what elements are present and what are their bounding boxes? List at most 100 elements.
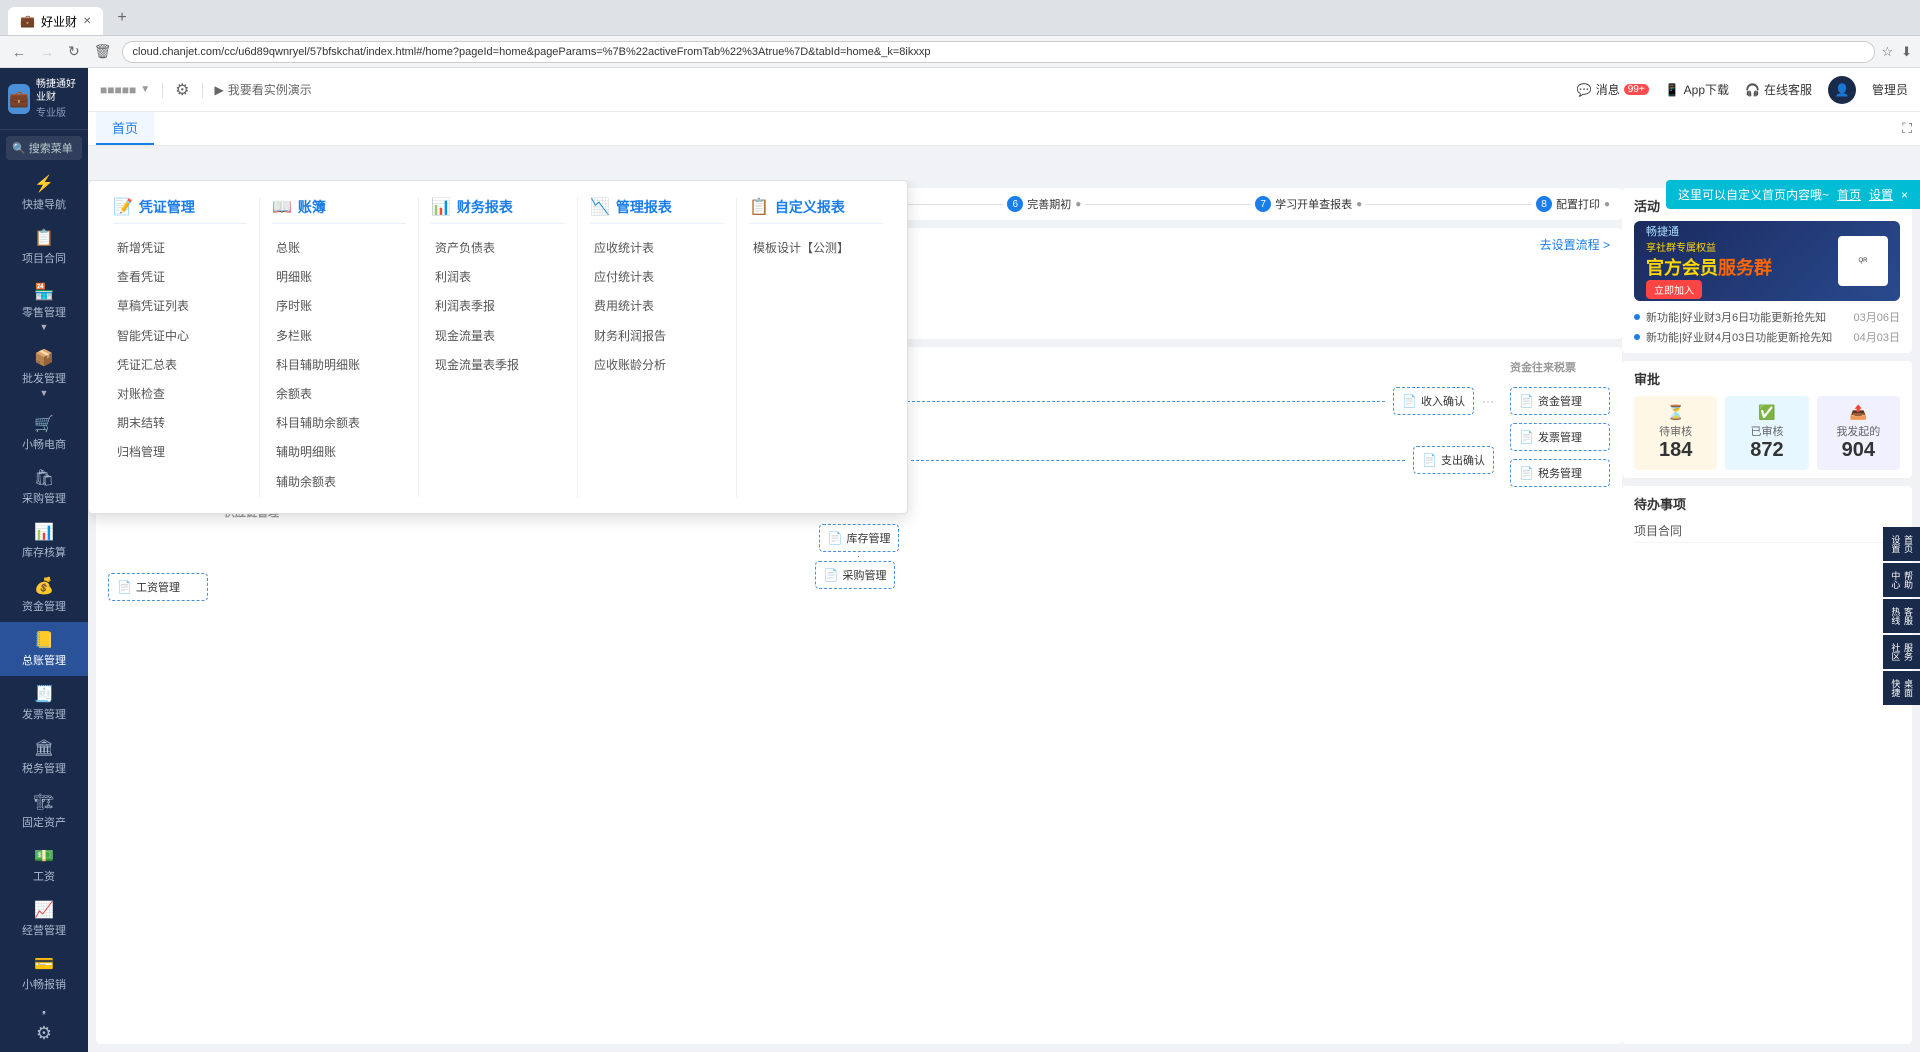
sidebar-item-project[interactable]: 📋项目合同 — [0, 220, 88, 274]
menu-item-subject-detail[interactable]: 科目辅助明细账 — [272, 351, 406, 380]
flow-box-purchase[interactable]: 📄 采购管理 — [815, 561, 896, 589]
sidebar-settings-button[interactable]: ⚙ — [36, 1023, 52, 1044]
sidebar-item-ecom[interactable]: 🛒小畅电商 — [0, 406, 88, 460]
sidebar-item-invoice[interactable]: 🧾发票管理 — [0, 676, 88, 730]
step-6[interactable]: 6 完善期初 ● — [1007, 196, 1081, 212]
menu-item-template-design[interactable]: 模板设计【公测】 — [749, 234, 883, 263]
invoice-mgmt-icon: 📄 — [1519, 430, 1534, 444]
approval-approved[interactable]: ✅ 已审核 872 — [1725, 396, 1808, 470]
promo-close-icon[interactable]: × — [1901, 188, 1908, 202]
delete-button[interactable]: 🗑 — [90, 41, 116, 62]
flow-box-invoice-mgmt[interactable]: 📄 发票管理 — [1510, 423, 1610, 451]
sidebar-item-inventory[interactable]: 📊库存核算 — [0, 514, 88, 568]
float-community[interactable]: 服务社区 — [1883, 635, 1920, 669]
menu-item-cashflow-quarterly[interactable]: 现金流量表季报 — [431, 351, 565, 380]
flow-box-inventory[interactable]: 📄 库存管理 — [819, 524, 900, 552]
app-download-button[interactable]: 📱 App下载 — [1665, 81, 1729, 98]
url-bar[interactable] — [122, 41, 1876, 63]
menu-item-expense-stat[interactable]: 费用统计表 — [590, 292, 724, 321]
sidebar-item-wholesale[interactable]: 📦批发管理 ▼ — [0, 340, 88, 406]
reload-button[interactable]: ↻ — [64, 41, 84, 62]
menu-item-view-voucher[interactable]: 查看凭证 — [113, 263, 247, 292]
menu-item-sequential[interactable]: 序时账 — [272, 292, 406, 321]
menu-item-archive[interactable]: 归档管理 — [113, 438, 247, 467]
header-divider-1 — [162, 82, 163, 98]
section-title-custom: 自定义报表 — [775, 197, 845, 217]
float-help[interactable]: 帮助中心 — [1883, 563, 1920, 597]
header-settings-icon[interactable]: ⚙ — [175, 80, 189, 100]
promo-link2[interactable]: 设置 — [1869, 186, 1893, 203]
menu-item-balance-sheet[interactable]: 资产负债表 — [431, 234, 565, 263]
section-title-mgmtreport: 管理报表 — [616, 197, 672, 217]
user-avatar[interactable]: 👤 — [1828, 76, 1856, 104]
menu-item-reconcile[interactable]: 对账检查 — [113, 380, 247, 409]
flow-box-tax-mgmt[interactable]: 📄 税务管理 — [1510, 459, 1610, 487]
assets-icon: 🏗 — [34, 792, 54, 812]
join-button[interactable]: 立即加入 — [1646, 280, 1702, 299]
menu-item-aux-balance[interactable]: 辅助余额表 — [272, 468, 406, 497]
tab-home[interactable]: 首页 — [96, 112, 154, 145]
sidebar-item-base[interactable]: ℹ基础信息 — [0, 1000, 88, 1015]
active-tab[interactable]: 💼 好业财 ✕ — [8, 7, 103, 35]
menu-item-period-end[interactable]: 期末结转 — [113, 409, 247, 438]
sidebar-item-expense[interactable]: 💳小畅报销 — [0, 946, 88, 1000]
menu-item-payable-stat[interactable]: 应付统计表 — [590, 263, 724, 292]
sidebar-item-finance[interactable]: 💰资金管理 — [0, 568, 88, 622]
sidebar-item-mgmt[interactable]: 📈经营管理 — [0, 892, 88, 946]
tab-close-icon[interactable]: ✕ — [83, 16, 91, 27]
menu-item-voucher-summary[interactable]: 凭证汇总表 — [113, 351, 247, 380]
float-desktop[interactable]: 桌面快捷 — [1883, 671, 1920, 705]
ledger-section-icon: 📖 — [272, 197, 292, 217]
menu-item-balance[interactable]: 余额表 — [272, 380, 406, 409]
back-button[interactable]: ← — [8, 42, 30, 62]
flow-box-expense-confirm[interactable]: 📄 支出确认 — [1413, 446, 1494, 474]
news-item-2[interactable]: 新功能|好业财4月03日功能更新抢先知 04月03日 — [1634, 329, 1900, 345]
menu-item-cashflow[interactable]: 现金流量表 — [431, 322, 565, 351]
activity-news: 新功能|好业财3月6日功能更新抢先知 03月06日 新功能|好业财4月03日功能… — [1634, 309, 1900, 345]
online-service-button[interactable]: 🎧 在线客服 — [1745, 81, 1812, 98]
menu-item-subject-balance[interactable]: 科目辅助余额表 — [272, 409, 406, 438]
todo-item-project[interactable]: 项目合同 — [1634, 519, 1900, 543]
sidebar-item-quicknav[interactable]: ⚡快捷导航 — [0, 166, 88, 220]
step-8[interactable]: 8 配置打印 ● — [1536, 196, 1610, 212]
step-7[interactable]: 7 学习开单查报表 ● — [1255, 196, 1362, 212]
menu-item-profit[interactable]: 利润表 — [431, 263, 565, 292]
demo-link[interactable]: ▶ 我要看实例演示 — [215, 81, 312, 98]
company-selector[interactable]: ■■■■■ ▼ — [100, 83, 150, 97]
menu-item-detailed-ledger[interactable]: 明细账 — [272, 263, 406, 292]
flow-box-income-confirm[interactable]: 📄 收入确认 — [1393, 387, 1474, 415]
download-icon[interactable]: ⬇ — [1901, 44, 1912, 60]
menu-item-profit-report[interactable]: 财务利润报告 — [590, 322, 724, 351]
new-tab-button[interactable]: + — [109, 5, 134, 31]
promo-link1[interactable]: 首页 — [1837, 186, 1861, 203]
menu-item-receivable-stat[interactable]: 应收统计表 — [590, 234, 724, 263]
menu-item-draft-list[interactable]: 草稿凭证列表 — [113, 292, 247, 321]
menu-item-aux-detail[interactable]: 辅助明细账 — [272, 438, 406, 467]
approval-pending[interactable]: ⏳ 待审核 184 — [1634, 396, 1717, 470]
sidebar-item-purchase[interactable]: 🛍采购管理 — [0, 460, 88, 514]
mgmt-icon: 📈 — [34, 900, 54, 920]
expand-icon[interactable]: ⛶ — [1902, 120, 1912, 137]
bookmark-icon[interactable]: ☆ — [1881, 44, 1893, 60]
menu-item-general-ledger[interactable]: 总账 — [272, 234, 406, 263]
sidebar-item-retail[interactable]: 🏪零售管理 ▼ — [0, 274, 88, 340]
approved-icon: ✅ — [1733, 404, 1800, 421]
float-service[interactable]: 客服热线 — [1883, 599, 1920, 633]
sidebar-search-button[interactable]: 🔍 搜索菜单 — [6, 136, 82, 160]
approval-sent[interactable]: 📤 我发起的 904 — [1817, 396, 1900, 470]
flow-box-capital-mgmt[interactable]: 📄 资金管理 — [1510, 387, 1610, 415]
menu-item-smart-voucher[interactable]: 智能凭证中心 — [113, 322, 247, 351]
float-home-settings[interactable]: 首页设置 — [1883, 527, 1920, 561]
menu-item-profit-quarterly[interactable]: 利润表季报 — [431, 292, 565, 321]
sidebar-item-tax[interactable]: 🏛税务管理 — [0, 730, 88, 784]
menu-item-multi-col[interactable]: 多栏账 — [272, 322, 406, 351]
sidebar-item-salary[interactable]: 💵工资 — [0, 838, 88, 892]
sidebar-item-ledger[interactable]: 📒总账管理 — [0, 622, 88, 676]
menu-item-aging[interactable]: 应收账龄分析 — [590, 351, 724, 380]
news-item-1[interactable]: 新功能|好业财3月6日功能更新抢先知 03月06日 — [1634, 309, 1900, 325]
forward-button[interactable]: → — [36, 42, 58, 62]
messages-button[interactable]: 💬 消息 99+ — [1577, 81, 1649, 98]
menu-item-add-voucher[interactable]: 新增凭证 — [113, 234, 247, 263]
flow-box-salary[interactable]: 📄 工资管理 — [108, 573, 208, 601]
sidebar-item-assets[interactable]: 🏗固定资产 — [0, 784, 88, 838]
